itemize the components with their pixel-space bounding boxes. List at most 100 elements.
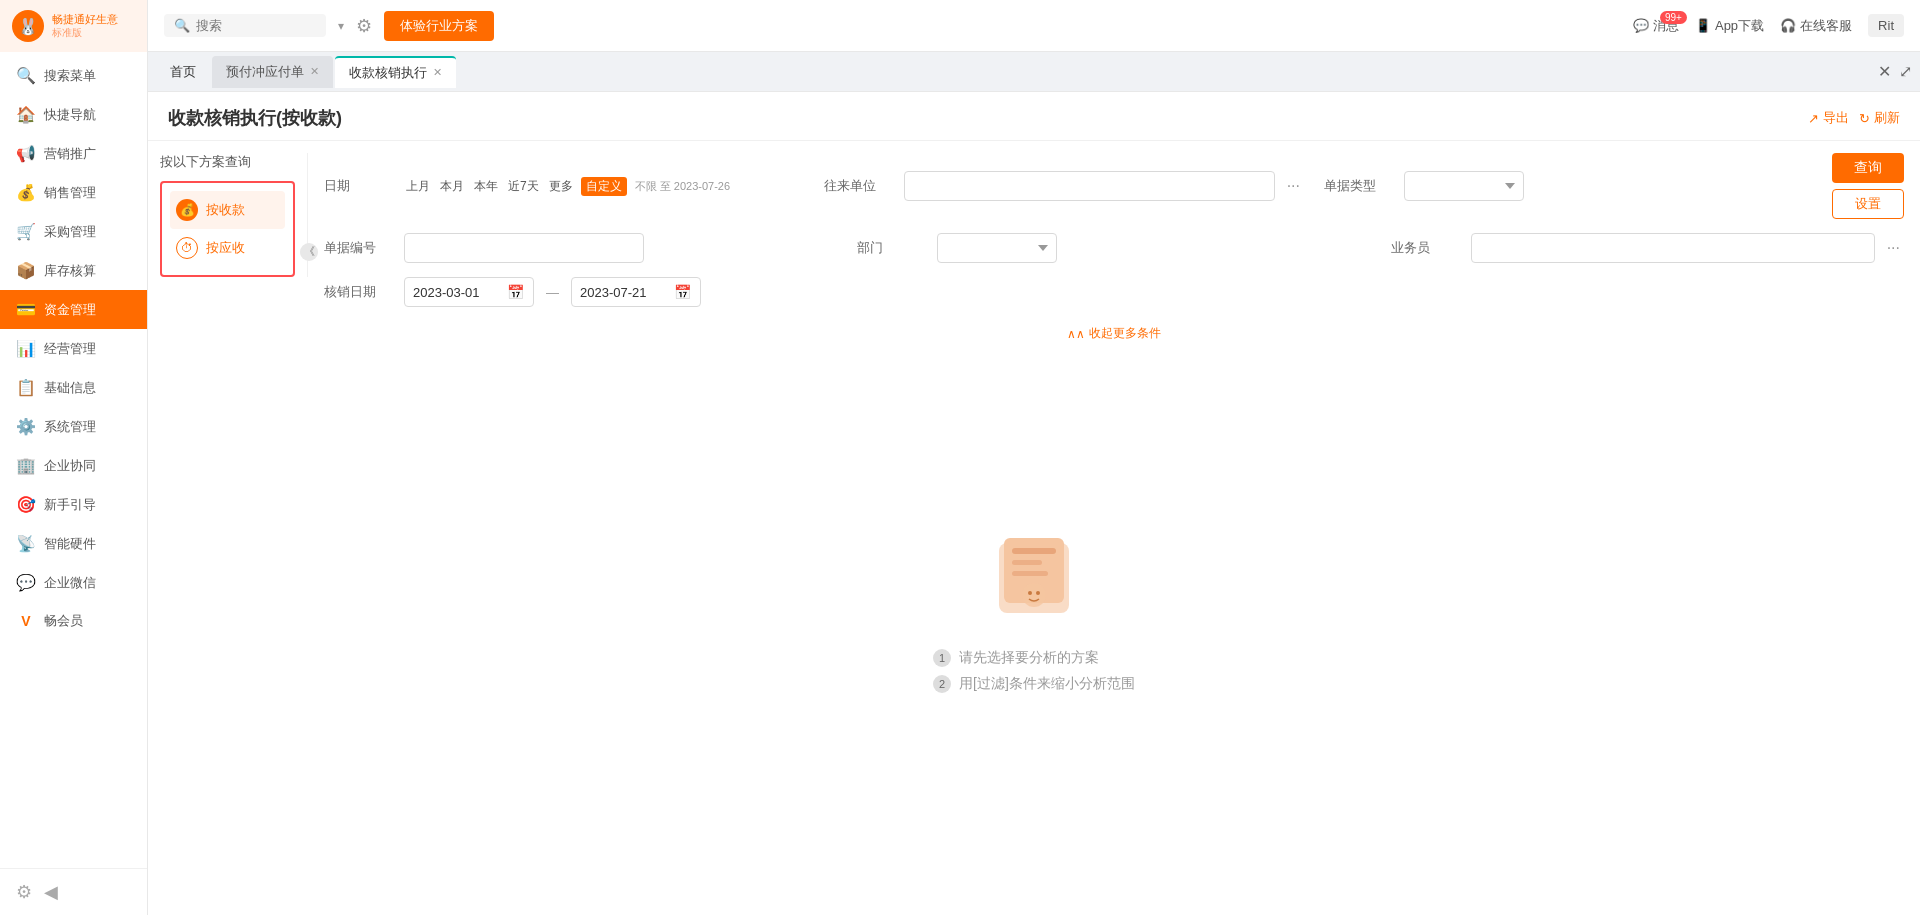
sidebar-item-guide[interactable]: 🎯 新手引导: [0, 485, 147, 524]
verification-date-label: 核销日期: [324, 283, 384, 301]
wechat-icon: 💬: [16, 573, 36, 592]
gear-icon[interactable]: ⚙: [356, 15, 372, 37]
topbar-search-box[interactable]: 🔍: [164, 14, 326, 37]
sidebar-logo: 🐰 畅捷通好生意 标准版: [0, 0, 147, 52]
department-select[interactable]: [937, 233, 1057, 263]
finance-icon: 💳: [16, 300, 36, 319]
tab-home[interactable]: 首页: [156, 56, 210, 88]
sidebar-item-system[interactable]: ⚙️ 系统管理: [0, 407, 147, 446]
receipt-icon: 💰: [176, 199, 198, 221]
filter-option-by-receipt[interactable]: 💰 按收款: [170, 191, 285, 229]
page-actions: ↗ 导出 ↻ 刷新: [1808, 109, 1900, 127]
tabbar-actions: ✕ ⤢: [1878, 62, 1912, 81]
verification-date-start-wrap: 2023-03-01 📅: [404, 277, 534, 307]
date-hint: 不限 至 2023-07-26: [635, 179, 730, 194]
enterprise-icon: 🏢: [16, 456, 36, 475]
query-actions: 查询 设置: [1832, 153, 1904, 219]
export-button[interactable]: ↗ 导出: [1808, 109, 1849, 127]
doc-number-input[interactable]: [404, 233, 644, 263]
settings-button[interactable]: 设置: [1832, 189, 1904, 219]
date-shortcut-last-month[interactable]: 上月: [404, 177, 432, 196]
date-shortcut-custom[interactable]: 自定义: [581, 177, 627, 196]
sidebar-item-quick-nav[interactable]: 🏠 快捷导航: [0, 95, 147, 134]
collapse-conditions-button[interactable]: ∧∧ 收起更多条件: [324, 321, 1904, 350]
svg-rect-4: [1012, 571, 1048, 576]
purchase-icon: 🛒: [16, 222, 36, 241]
svg-point-6: [1028, 591, 1032, 595]
counterparty-label: 往来单位: [824, 177, 884, 195]
sidebar-item-basic-info[interactable]: 📋 基础信息: [0, 368, 147, 407]
date-shortcut-last-7[interactable]: 近7天: [506, 177, 541, 196]
sidebar-item-purchase[interactable]: 🛒 采购管理: [0, 212, 147, 251]
filter-options-box: 💰 按收款 ⏱ 按应收: [160, 181, 295, 277]
empty-illustration: [974, 513, 1094, 633]
salesperson-input[interactable]: [1471, 233, 1875, 263]
counterparty-dots-button[interactable]: ···: [1283, 173, 1304, 199]
verification-date-start-input[interactable]: 2023-03-01: [413, 285, 503, 300]
tab-prepay[interactable]: 预付冲应付单 ✕: [212, 56, 333, 88]
expand-icon[interactable]: ⤢: [1899, 62, 1912, 81]
empty-tip-1: 1 请先选择要分析的方案: [933, 649, 1135, 667]
inventory-icon: 📦: [16, 261, 36, 280]
logo-icon: 🐰: [12, 10, 44, 42]
refresh-icon: ↻: [1859, 111, 1870, 126]
sidebar-item-enterprise[interactable]: 🏢 企业协同: [0, 446, 147, 485]
message-icon: 💬: [1633, 18, 1649, 33]
online-service-button[interactable]: 🎧 在线客服: [1780, 17, 1852, 35]
sidebar-bottom: ⚙ ◀: [0, 868, 147, 915]
app-download-button[interactable]: 📱 App下载: [1695, 17, 1764, 35]
sidebar-item-hardware[interactable]: 📡 智能硬件: [0, 524, 147, 563]
content-area: 收款核销执行(按收款) ↗ 导出 ↻ 刷新 按以下方案查询: [148, 92, 1920, 915]
calendar-end-icon[interactable]: 📅: [674, 284, 691, 300]
query-button[interactable]: 查询: [1832, 153, 1904, 183]
user-profile-button[interactable]: Rit: [1868, 14, 1904, 37]
page-header: 收款核销执行(按收款) ↗ 导出 ↻ 刷新: [148, 92, 1920, 141]
counterparty-input[interactable]: [904, 171, 1275, 201]
verification-date-end-input[interactable]: 2023-07-21: [580, 285, 670, 300]
refresh-button[interactable]: ↻ 刷新: [1859, 109, 1900, 127]
filter-sidebar-wrap: 按以下方案查询 💰 按收款 ⏱ 按应收 《: [148, 153, 308, 350]
salesperson-dots-button[interactable]: ···: [1883, 235, 1904, 261]
logo-text: 畅捷通好生意 标准版: [52, 12, 118, 40]
sidebar-item-sales[interactable]: 💰 销售管理: [0, 173, 147, 212]
close-tab-icon[interactable]: ✕: [1878, 62, 1891, 81]
tab-home-label: 首页: [170, 63, 196, 81]
date-shortcut-this-month[interactable]: 本月: [438, 177, 466, 196]
chevron-down-icon[interactable]: ▾: [338, 19, 344, 33]
messages-badge: 99+: [1660, 11, 1687, 24]
tab-receipt-close-icon[interactable]: ✕: [433, 66, 442, 79]
marketing-icon: 📢: [16, 144, 36, 163]
tab-prepay-close-icon[interactable]: ✕: [310, 65, 319, 78]
salesperson-label: 业务员: [1391, 239, 1451, 257]
tab-receipt-offset[interactable]: 收款核销执行 ✕: [335, 56, 456, 88]
filter-row-1: 日期 上月 本月 本年 近7天 更多 自定义 不限 至 2023-07-26 往…: [324, 153, 1904, 219]
sidebar-item-inventory[interactable]: 📦 库存核算: [0, 251, 147, 290]
settings-icon[interactable]: ⚙: [16, 881, 32, 903]
sidebar-item-marketing[interactable]: 📢 营销推广: [0, 134, 147, 173]
filter-option-by-payable[interactable]: ⏱ 按应收: [170, 229, 285, 267]
search-input[interactable]: [196, 18, 316, 33]
messages-button[interactable]: 💬 消息 99+: [1633, 17, 1679, 35]
payable-icon: ⏱: [176, 237, 198, 259]
phone-icon: 📱: [1695, 18, 1711, 33]
date-shortcut-more[interactable]: 更多: [547, 177, 575, 196]
sidebar-item-member[interactable]: V 畅会员: [0, 602, 147, 640]
filter-area: 按以下方案查询 💰 按收款 ⏱ 按应收 《: [148, 141, 1920, 350]
verification-date-end-wrap: 2023-07-21 📅: [571, 277, 701, 307]
date-field: 上月 本月 本年 近7天 更多 自定义 不限 至 2023-07-26: [404, 177, 804, 196]
sidebar-item-search[interactable]: 🔍 搜索菜单: [0, 56, 147, 95]
doc-number-label: 单据编号: [324, 239, 384, 257]
sidebar-item-operation[interactable]: 📊 经营管理: [0, 329, 147, 368]
tab-prepay-label: 预付冲应付单: [226, 63, 304, 81]
doc-type-select[interactable]: [1404, 171, 1524, 201]
sales-icon: 💰: [16, 183, 36, 202]
home-icon: 🏠: [16, 105, 36, 124]
sidebar-item-wechat[interactable]: 💬 企业微信: [0, 563, 147, 602]
collapse-sidebar-button[interactable]: ◀: [44, 881, 58, 903]
sidebar-item-finance[interactable]: 💳 资金管理: [0, 290, 147, 329]
calendar-start-icon[interactable]: 📅: [507, 284, 524, 300]
filter-sidebar-collapse-button[interactable]: 《: [300, 243, 318, 261]
date-shortcut-this-year[interactable]: 本年: [472, 177, 500, 196]
solution-button[interactable]: 体验行业方案: [384, 11, 494, 41]
main-area: 🔍 ▾ ⚙ 体验行业方案 💬 消息 99+ 📱 App下载 🎧 在线客服 Rit: [148, 0, 1920, 915]
